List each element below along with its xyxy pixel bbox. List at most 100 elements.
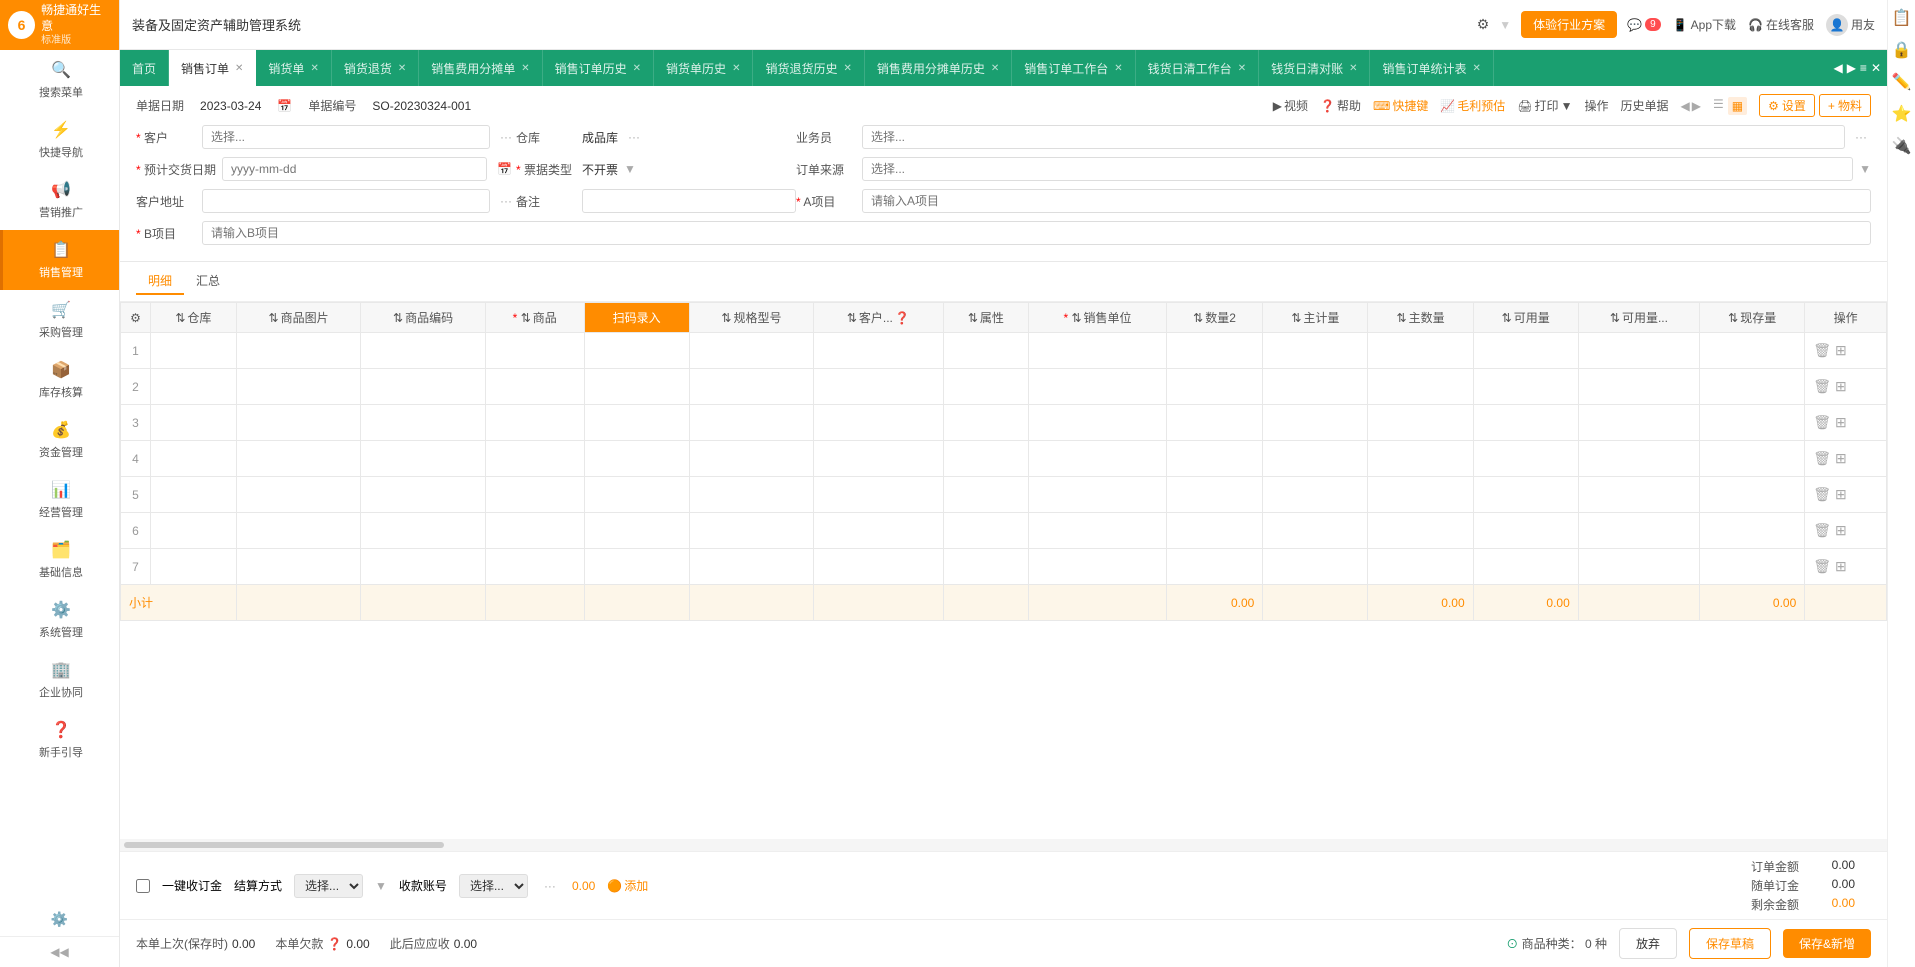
row-5-product-name[interactable] (485, 477, 584, 513)
row-1-available[interactable] (1473, 333, 1578, 369)
payment-method-dropdown-icon[interactable]: ▼ (375, 879, 387, 893)
receipt-account-select[interactable]: 选择... (459, 874, 528, 898)
row-4-current-stock[interactable] (1700, 441, 1805, 477)
sidebar-item-marketing[interactable]: 📢 营销推广 (0, 170, 119, 230)
row-3-scan[interactable] (584, 405, 689, 441)
remarks-input[interactable] (582, 189, 796, 213)
row-5-sales-unit[interactable] (1029, 477, 1167, 513)
th-scan[interactable]: 扫码录入 (584, 303, 689, 333)
delivery-date-input[interactable] (222, 157, 487, 181)
right-panel-icon-4[interactable]: ⭐ (1892, 104, 1912, 124)
row-2-sales-unit[interactable] (1029, 369, 1167, 405)
row-6-delete-icon[interactable]: 🗑 (1813, 522, 1831, 539)
row-2-delete-icon[interactable]: 🗑 (1813, 378, 1831, 395)
tab-sales-expense-split[interactable]: 销售费用分摊单 ✕ (419, 50, 542, 86)
row-1-product-name[interactable] (485, 333, 584, 369)
row-4-customer-code[interactable] (814, 441, 943, 477)
row-4-warehouse[interactable] (151, 441, 237, 477)
tab-sales-refund-history[interactable]: 销货退货历史 ✕ (753, 50, 864, 86)
product-code-sort[interactable]: ⇅ 商品编码 (393, 309, 453, 326)
spec-sort[interactable]: ⇅ 规格型号 (721, 309, 781, 326)
row-5-attributes[interactable] (943, 477, 1029, 513)
print-action[interactable]: 🖨 打印 ▼ (1517, 97, 1572, 114)
row-1-main-qty[interactable] (1368, 333, 1473, 369)
tab-close-return-history[interactable]: ✕ (732, 63, 740, 74)
row-5-main-unit[interactable] (1263, 477, 1368, 513)
row-4-product-code[interactable] (361, 441, 486, 477)
row-3-main-unit[interactable] (1263, 405, 1368, 441)
row-7-delete-icon[interactable]: 🗑 (1813, 558, 1831, 575)
row-6-sales-unit[interactable] (1029, 513, 1167, 549)
row-7-main-unit[interactable] (1263, 549, 1368, 585)
row-2-qty2[interactable] (1166, 369, 1263, 405)
sidebar-item-system[interactable]: ⚙️ 系统管理 (0, 590, 119, 650)
row-1-scan[interactable] (584, 333, 689, 369)
row-6-product-name[interactable] (485, 513, 584, 549)
row-5-copy-icon[interactable]: ⊞ (1835, 486, 1847, 503)
row-5-qty2[interactable] (1166, 477, 1263, 513)
tab-close-expense-history[interactable]: ✕ (991, 63, 999, 74)
row-2-product-name[interactable] (485, 369, 584, 405)
row-1-copy-icon[interactable]: ⊞ (1835, 342, 1847, 359)
address-more-icon[interactable]: ··· (496, 194, 516, 208)
row-1-spec[interactable] (689, 333, 814, 369)
row-2-warehouse[interactable] (151, 369, 237, 405)
sidebar-item-finance[interactable]: 💰 资金管理 (0, 410, 119, 470)
row-3-customer-code[interactable] (814, 405, 943, 441)
row-7-sales-unit[interactable] (1029, 549, 1167, 585)
order-source-input[interactable] (862, 157, 1853, 181)
row-1-available2[interactable] (1578, 333, 1699, 369)
sidebar-item-sales[interactable]: 📋 销售管理 (0, 230, 119, 290)
customer-input[interactable] (202, 125, 490, 149)
row-6-attributes[interactable] (943, 513, 1029, 549)
row-3-available2[interactable] (1578, 405, 1699, 441)
tab-sales-order-workbench[interactable]: 销售订单工作台 ✕ (1012, 50, 1135, 86)
row-3-available[interactable] (1473, 405, 1578, 441)
sidebar-item-basic[interactable]: 🗂️ 基础信息 (0, 530, 119, 590)
tab-sales-expense-history[interactable]: 销售费用分摊单历史 ✕ (865, 50, 1012, 86)
row-7-available[interactable] (1473, 549, 1578, 585)
save-draft-btn[interactable]: 保存草稿 (1689, 928, 1771, 959)
row-6-scan[interactable] (584, 513, 689, 549)
row-3-product-image[interactable] (236, 405, 361, 441)
salesperson-input[interactable] (862, 125, 1845, 149)
row-4-product-image[interactable] (236, 441, 361, 477)
row-6-copy-icon[interactable]: ⊞ (1835, 522, 1847, 539)
tab-detail[interactable]: 明细 (136, 268, 184, 295)
tab-sales-summary[interactable]: 销售订单统计表 ✕ (1370, 50, 1493, 86)
row-6-qty2[interactable] (1166, 513, 1263, 549)
profit-action[interactable]: 📈 毛利预估 (1440, 97, 1505, 114)
tab-more-icon[interactable]: ≡ (1860, 61, 1867, 75)
payment-method-select[interactable]: 选择... (294, 874, 363, 898)
row-2-spec[interactable] (689, 369, 814, 405)
tab-close-sales-refund[interactable]: ✕ (398, 63, 406, 74)
row-7-copy-icon[interactable]: ⊞ (1835, 558, 1847, 575)
receipt-account-more-icon[interactable]: ··· (540, 879, 560, 893)
row-7-available2[interactable] (1578, 549, 1699, 585)
row-7-current-stock[interactable] (1700, 549, 1805, 585)
row-6-product-image[interactable] (236, 513, 361, 549)
row-3-delete-icon[interactable]: 🗑 (1813, 414, 1831, 431)
row-4-product-name[interactable] (485, 441, 584, 477)
tab-close-order-workbench[interactable]: ✕ (1114, 63, 1122, 74)
tab-sales-return[interactable]: 销货单 ✕ (256, 50, 331, 86)
row-7-qty2[interactable] (1166, 549, 1263, 585)
row-3-qty2[interactable] (1166, 405, 1263, 441)
row-3-product-code[interactable] (361, 405, 486, 441)
list-view-icon[interactable]: ☰ (1713, 97, 1724, 115)
tab-close-daily-account[interactable]: ✕ (1349, 63, 1357, 74)
row-5-customer-code[interactable] (814, 477, 943, 513)
row-6-spec[interactable] (689, 513, 814, 549)
operate-action[interactable]: 操作 (1584, 97, 1608, 114)
row-4-attributes[interactable] (943, 441, 1029, 477)
warehouse-sort[interactable]: ⇅ 仓库 (175, 309, 211, 326)
row-7-attributes[interactable] (943, 549, 1029, 585)
next-record-icon[interactable]: ▶ (1692, 99, 1701, 113)
sidebar-item-guide[interactable]: ❓ 新手引导 (0, 710, 119, 770)
row-1-attributes[interactable] (943, 333, 1029, 369)
row-1-product-code[interactable] (361, 333, 486, 369)
row-6-current-stock[interactable] (1700, 513, 1805, 549)
attributes-sort[interactable]: ⇅ 属性 (968, 309, 1004, 326)
th-settings[interactable]: ⚙ (121, 303, 151, 333)
solution-btn[interactable]: 体验行业方案 (1521, 11, 1617, 38)
